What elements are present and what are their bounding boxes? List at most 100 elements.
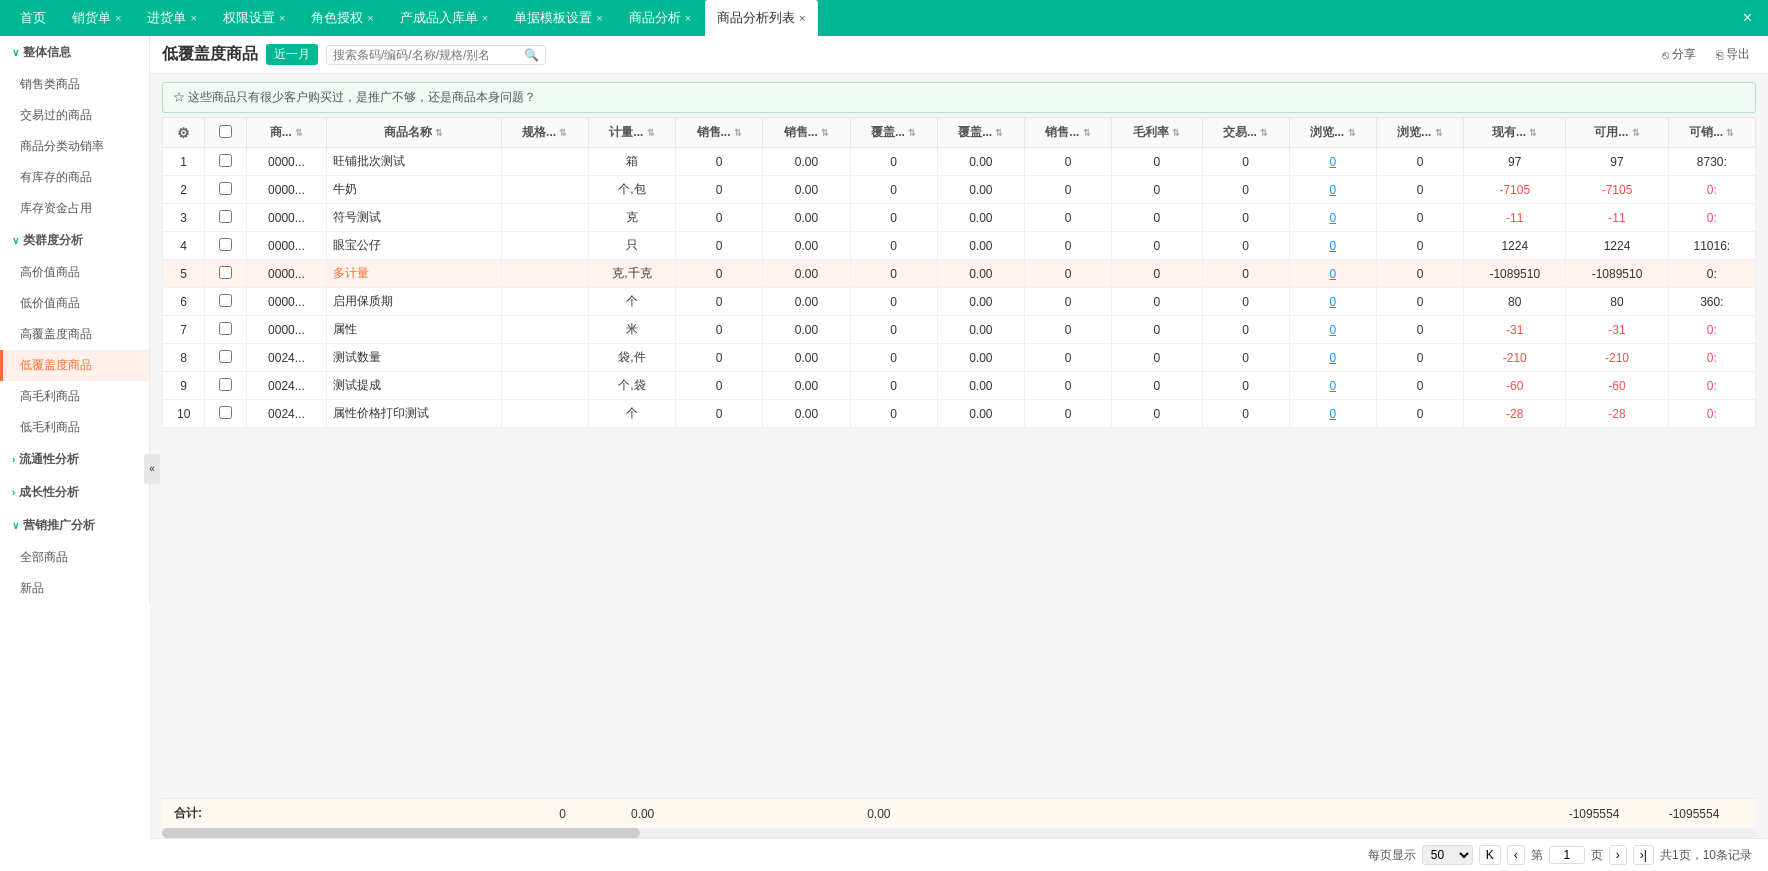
select-all-checkbox[interactable] <box>219 125 232 138</box>
nav-template-settings[interactable]: 单据模板设置 × <box>502 0 614 36</box>
cell-browse1[interactable]: 0 <box>1289 316 1376 344</box>
cell-browse1[interactable]: 0 <box>1289 260 1376 288</box>
next-page-btn[interactable]: › <box>1609 845 1627 865</box>
cell-checkbox[interactable] <box>205 260 247 288</box>
sidebar-item-high-coverage[interactable]: 高覆盖度商品 <box>0 319 149 350</box>
sidebar-group-growth[interactable]: › 成长性分析 <box>0 476 149 509</box>
sidebar-item-high-value[interactable]: 高价值商品 <box>0 257 149 288</box>
sidebar-item-inventory-capital[interactable]: 库存资金占用 <box>0 193 149 224</box>
nav-product-analysis-close[interactable]: × <box>685 12 691 24</box>
sidebar-group-cluster[interactable]: ∨ 类群度分析 <box>0 224 149 257</box>
first-page-btn[interactable]: K <box>1479 845 1501 865</box>
cell-browse1[interactable]: 0 <box>1289 176 1376 204</box>
search-input[interactable] <box>333 48 524 62</box>
nav-template-settings-close[interactable]: × <box>596 12 602 24</box>
nav-finished-goods-close[interactable]: × <box>482 12 488 24</box>
sidebar-item-low-coverage[interactable]: 低覆盖度商品 <box>0 350 149 381</box>
sort-icon-available[interactable]: ⇅ <box>1632 128 1640 138</box>
prev-page-btn[interactable]: ‹ <box>1507 845 1525 865</box>
cell-checkbox[interactable] <box>205 316 247 344</box>
cell-browse1[interactable]: 0 <box>1289 232 1376 260</box>
sort-icon-sales-qty[interactable]: ⇅ <box>734 128 742 138</box>
nav-sales-close[interactable]: × <box>115 12 121 24</box>
cell-checkbox[interactable] <box>205 288 247 316</box>
nav-purchase-close[interactable]: × <box>190 12 196 24</box>
nav-roles-close[interactable]: × <box>367 12 373 24</box>
nav-home[interactable]: 首页 <box>8 0 58 36</box>
expand-arrow-liquidity: › <box>12 454 15 465</box>
settings-icon[interactable]: ⚙ <box>177 125 190 141</box>
last-page-btn[interactable]: ›| <box>1633 845 1654 865</box>
sidebar-item-low-margin[interactable]: 低毛利商品 <box>0 412 149 443</box>
window-close-btn[interactable]: × <box>1735 9 1760 27</box>
cell-checkbox[interactable] <box>205 400 247 428</box>
sort-icon-name[interactable]: ⇅ <box>435 128 443 138</box>
cell-browse1[interactable]: 0 <box>1289 148 1376 176</box>
sort-icon-trade[interactable]: ⇅ <box>1260 128 1268 138</box>
cell-checkbox[interactable] <box>205 372 247 400</box>
cell-browse2: 0 <box>1376 176 1463 204</box>
cell-spec <box>501 372 588 400</box>
nav-product-analysis-list-close[interactable]: × <box>799 12 805 24</box>
cell-browse1[interactable]: 0 <box>1289 400 1376 428</box>
table-container[interactable]: ⚙ 商... ⇅ 商品名称 ⇅ 规格... ⇅ 计量... ⇅ 销售... ⇅ … <box>162 117 1756 798</box>
nav-purchase[interactable]: 进货单 × <box>135 0 208 36</box>
page-input[interactable] <box>1549 846 1585 864</box>
sidebar-group-marketing[interactable]: ∨ 营销推广分析 <box>0 509 149 542</box>
sidebar-item-sales-products[interactable]: 销售类商品 <box>0 69 149 100</box>
sort-icon-browse1[interactable]: ⇅ <box>1348 128 1356 138</box>
sidebar-item-all-products[interactable]: 全部商品 <box>0 542 149 573</box>
cell-code: 0024... <box>247 344 327 372</box>
share-btn[interactable]: ⎋ 分享 <box>1656 44 1702 65</box>
nav-permissions[interactable]: 权限设置 × <box>211 0 297 36</box>
sidebar-collapse-btn[interactable]: « <box>144 454 160 484</box>
cell-checkbox[interactable] <box>205 176 247 204</box>
cell-checkbox[interactable] <box>205 232 247 260</box>
export-btn[interactable]: ⎗ 导出 <box>1710 44 1756 65</box>
cell-cov2: 0.00 <box>937 372 1024 400</box>
sort-icon-cov2[interactable]: ⇅ <box>995 128 1003 138</box>
sort-icon-cov1[interactable]: ⇅ <box>908 128 916 138</box>
page-size-select[interactable]: 50 100 200 <box>1422 845 1473 865</box>
cell-current: -7105 <box>1464 176 1566 204</box>
sort-icon-gross[interactable]: ⇅ <box>1172 128 1180 138</box>
scrollbar-thumb[interactable] <box>162 828 640 838</box>
sidebar-item-new-products[interactable]: 新品 <box>0 573 149 604</box>
col-checkbox[interactable] <box>205 118 247 148</box>
period-button[interactable]: 近一月 <box>266 44 318 65</box>
nav-sales[interactable]: 销货单 × <box>60 0 133 36</box>
sidebar-item-traded-products[interactable]: 交易过的商品 <box>0 100 149 131</box>
sidebar-item-low-value[interactable]: 低价值商品 <box>0 288 149 319</box>
cell-browse1[interactable]: 0 <box>1289 204 1376 232</box>
nav-finished-goods[interactable]: 产成品入库单 × <box>388 0 500 36</box>
cell-checkbox[interactable] <box>205 204 247 232</box>
sidebar-item-stocked-products[interactable]: 有库存的商品 <box>0 162 149 193</box>
cell-browse1[interactable]: 0 <box>1289 372 1376 400</box>
nav-permissions-close[interactable]: × <box>279 12 285 24</box>
cell-browse1[interactable]: 0 <box>1289 288 1376 316</box>
nav-product-analysis[interactable]: 商品分析 × <box>617 0 703 36</box>
cell-checkbox[interactable] <box>205 344 247 372</box>
nav-product-analysis-list[interactable]: 商品分析列表 × <box>705 0 817 36</box>
sidebar-item-category-turnover[interactable]: 商品分类动销率 <box>0 131 149 162</box>
cell-sellable: 0: <box>1668 372 1755 400</box>
col-settings[interactable]: ⚙ <box>163 118 205 148</box>
cell-sales3: 0 <box>1024 344 1111 372</box>
sidebar: ∨ 整体信息 销售类商品 交易过的商品 商品分类动销率 有库存的商品 库存资金占… <box>0 36 150 604</box>
sort-icon-spec[interactable]: ⇅ <box>559 128 567 138</box>
sort-icon-unit[interactable]: ⇅ <box>647 128 655 138</box>
sidebar-group-liquidity[interactable]: › 流通性分析 <box>0 443 149 476</box>
sidebar-group-overall[interactable]: ∨ 整体信息 <box>0 36 149 69</box>
sort-icon-sales3[interactable]: ⇅ <box>1083 128 1091 138</box>
sort-icon-current[interactable]: ⇅ <box>1529 128 1537 138</box>
sort-icon-sales-amt[interactable]: ⇅ <box>821 128 829 138</box>
cell-checkbox[interactable] <box>205 148 247 176</box>
horizontal-scrollbar[interactable] <box>162 828 1756 838</box>
sidebar-item-high-margin[interactable]: 高毛利商品 <box>0 381 149 412</box>
cell-browse1[interactable]: 0 <box>1289 344 1376 372</box>
sort-icon-code[interactable]: ⇅ <box>295 128 303 138</box>
nav-roles[interactable]: 角色授权 × <box>299 0 385 36</box>
sort-icon-sellable[interactable]: ⇅ <box>1726 128 1734 138</box>
sort-icon-browse2[interactable]: ⇅ <box>1435 128 1443 138</box>
products-table: ⚙ 商... ⇅ 商品名称 ⇅ 规格... ⇅ 计量... ⇅ 销售... ⇅ … <box>162 117 1756 428</box>
